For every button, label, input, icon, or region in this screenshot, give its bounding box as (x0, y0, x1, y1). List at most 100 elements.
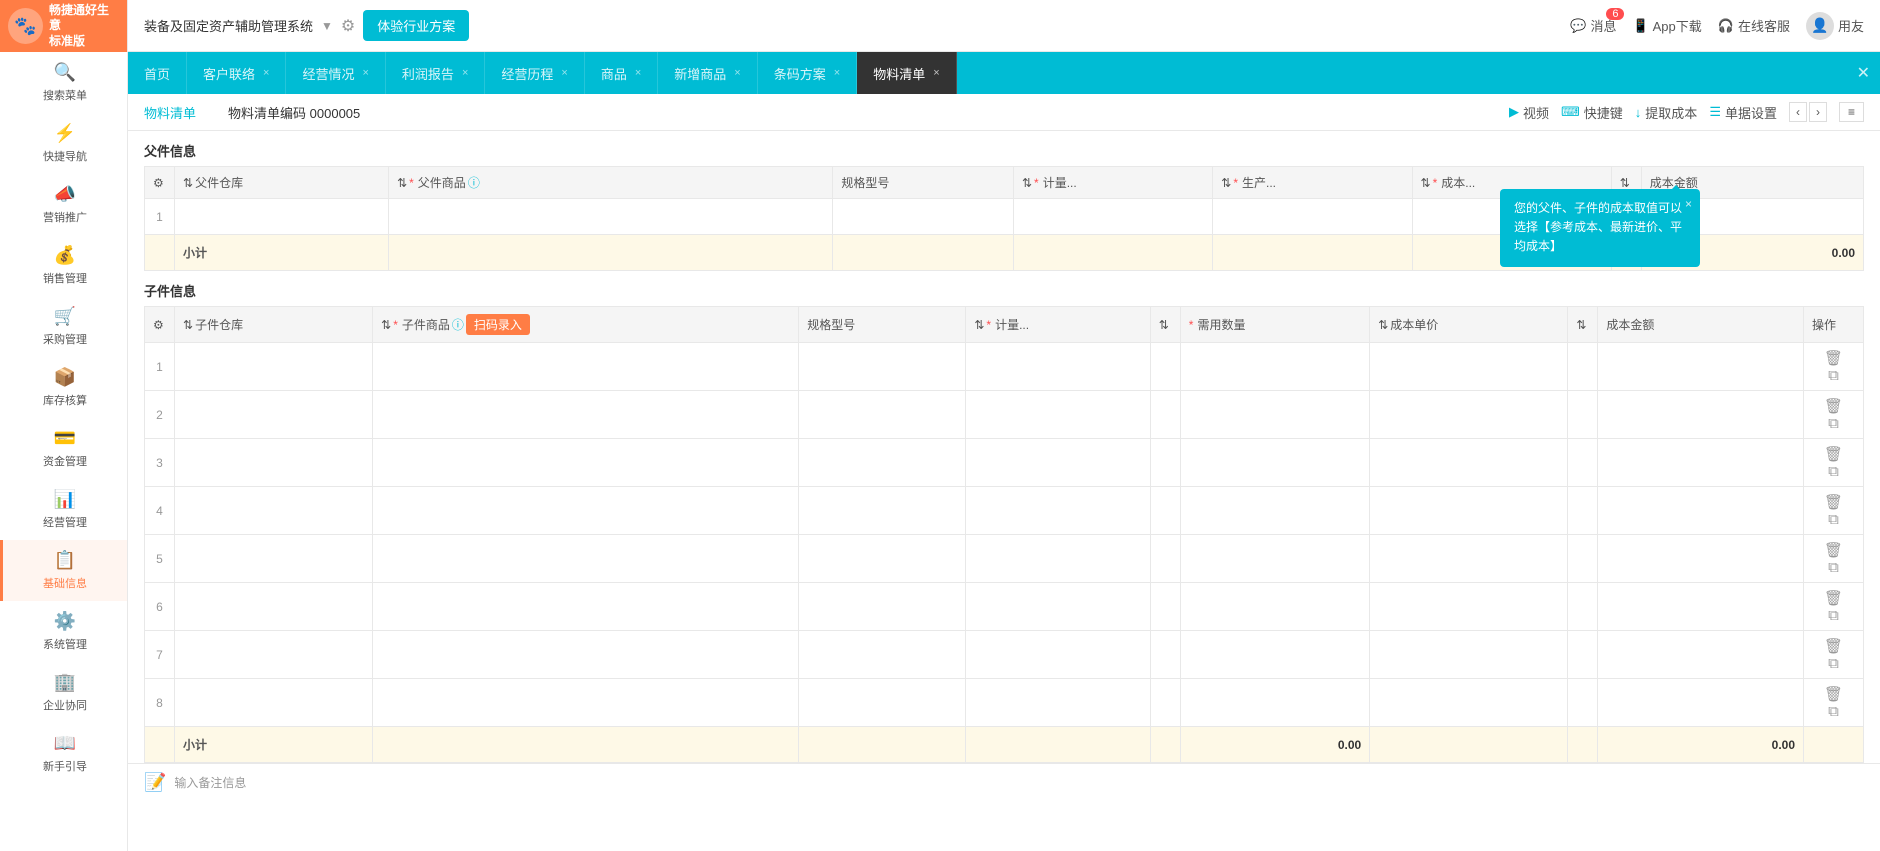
sidebar-item-nav[interactable]: ⚡ 快捷导航 (0, 113, 127, 174)
tab-bom[interactable]: 物料清单 × (857, 52, 956, 94)
child-col-cost-unit-sort-icon[interactable]: ⇅ (1378, 318, 1388, 332)
online-service-button[interactable]: 🎧 在线客服 (1718, 16, 1790, 35)
view-toggle-button[interactable]: ≡ (1839, 102, 1864, 122)
delete-row-button[interactable]: 🗑 (1821, 685, 1846, 703)
parent-row-unit[interactable] (1013, 199, 1212, 235)
scan-input-button[interactable]: 扫码录入 (466, 314, 530, 335)
child-row-unit[interactable] (966, 535, 1150, 583)
breadcrumb-parent[interactable]: 物料清单 (144, 103, 196, 122)
child-row-unit[interactable] (966, 583, 1150, 631)
child-row-unit[interactable] (966, 391, 1150, 439)
tab-operation-close[interactable]: × (362, 67, 368, 79)
parent-col-product-sort-icon[interactable]: ⇅ (397, 176, 407, 190)
delete-row-button[interactable]: 🗑 (1821, 397, 1846, 415)
child-row-warehouse[interactable] (175, 439, 373, 487)
tab-profit[interactable]: 利润报告 × (386, 52, 485, 94)
tab-history-close[interactable]: × (561, 67, 567, 79)
sidebar-item-system[interactable]: ⚙️ 系统管理 (0, 601, 127, 662)
copy-row-button[interactable]: ⧉ (1825, 415, 1842, 432)
parent-col-warehouse-sort-icon[interactable]: ⇅ (183, 176, 193, 190)
copy-row-button[interactable]: ⧉ (1825, 511, 1842, 528)
child-row-cost-unit[interactable] (1370, 631, 1568, 679)
sidebar-item-finance[interactable]: 💳 资金管理 (0, 418, 127, 479)
tab-operation[interactable]: 经营情况 × (286, 52, 385, 94)
prev-record-button[interactable]: ‹ (1789, 102, 1807, 122)
delete-row-button[interactable]: 🗑 (1821, 541, 1846, 559)
child-col-extra-sort2[interactable]: ⇅ (1568, 307, 1598, 343)
tooltip-close-button[interactable]: × (1685, 195, 1692, 214)
child-row-product[interactable] (373, 535, 799, 583)
parent-col-settings[interactable]: ⚙ (145, 167, 175, 199)
child-row-qty[interactable] (1180, 343, 1369, 391)
video-action[interactable]: ▶ 视频 (1509, 103, 1549, 122)
sidebar-item-sales[interactable]: 💰 销售管理 (0, 235, 127, 296)
sidebar-item-inventory[interactable]: 📦 库存核算 (0, 357, 127, 418)
parent-row-spec[interactable] (833, 199, 1014, 235)
close-all-tabs[interactable]: ✕ (1847, 52, 1880, 94)
child-row-spec[interactable] (799, 535, 966, 583)
parent-col-production-sort-icon[interactable]: ⇅ (1221, 176, 1231, 190)
sidebar-item-search[interactable]: 🔍 搜索菜单 (0, 52, 127, 113)
child-row-product[interactable] (373, 583, 799, 631)
copy-row-button[interactable]: ⧉ (1825, 463, 1842, 480)
message-button[interactable]: 💬 消息 6 (1570, 16, 1616, 35)
child-row-qty[interactable] (1180, 487, 1369, 535)
parent-row-warehouse[interactable] (175, 199, 389, 235)
child-row-qty[interactable] (1180, 679, 1369, 727)
child-row-cost-unit[interactable] (1370, 487, 1568, 535)
gear-icon[interactable]: ⚙ (341, 16, 355, 36)
child-row-warehouse[interactable] (175, 391, 373, 439)
delete-row-button[interactable]: 🗑 (1821, 589, 1846, 607)
child-col-warehouse-sort-icon[interactable]: ⇅ (183, 318, 193, 332)
tab-barcode-close[interactable]: × (834, 67, 840, 79)
sidebar-item-purchase[interactable]: 🛒 采购管理 (0, 296, 127, 357)
user-menu[interactable]: 👤 用友 (1806, 12, 1864, 40)
child-col-product-sort-icon[interactable]: ⇅ (381, 318, 391, 332)
child-col-extra-sort[interactable]: ⇅ (1150, 307, 1180, 343)
tab-history[interactable]: 经营历程 × (485, 52, 584, 94)
tab-barcode[interactable]: 条码方案 × (758, 52, 857, 94)
copy-row-button[interactable]: ⧉ (1825, 655, 1842, 672)
single-setting-action[interactable]: ☰ 单据设置 (1709, 103, 1777, 122)
tab-customer[interactable]: 客户联络 × (187, 52, 286, 94)
tab-customer-close[interactable]: × (263, 67, 269, 79)
parent-row-product[interactable] (389, 199, 833, 235)
tab-profit-close[interactable]: × (462, 67, 468, 79)
tab-new-product-close[interactable]: × (734, 67, 740, 79)
delete-row-button[interactable]: 🗑 (1821, 349, 1846, 367)
parent-row-production[interactable] (1213, 199, 1412, 235)
child-row-unit[interactable] (966, 679, 1150, 727)
child-row-cost-unit[interactable] (1370, 343, 1568, 391)
copy-row-button[interactable]: ⧉ (1825, 559, 1842, 576)
copy-row-button[interactable]: ⧉ (1825, 367, 1842, 384)
child-row-warehouse[interactable] (175, 535, 373, 583)
parent-col-cost-sort-icon[interactable]: ⇅ (1421, 176, 1431, 190)
child-row-cost-unit[interactable] (1370, 439, 1568, 487)
child-row-spec[interactable] (799, 343, 966, 391)
tab-product-close[interactable]: × (635, 67, 641, 79)
tab-new-product[interactable]: 新增商品 × (658, 52, 757, 94)
child-row-warehouse[interactable] (175, 583, 373, 631)
child-row-unit[interactable] (966, 439, 1150, 487)
app-download-button[interactable]: 📱 App下载 (1632, 16, 1701, 35)
tab-product[interactable]: 商品 × (585, 52, 658, 94)
child-row-spec[interactable] (799, 439, 966, 487)
child-row-qty[interactable] (1180, 583, 1369, 631)
sidebar-item-basic[interactable]: 📋 基础信息 (0, 540, 127, 601)
child-row-spec[interactable] (799, 679, 966, 727)
child-row-cost-unit[interactable] (1370, 535, 1568, 583)
sidebar-item-corp[interactable]: 🏢 企业协同 (0, 662, 127, 723)
child-row-qty[interactable] (1180, 439, 1369, 487)
child-row-unit[interactable] (966, 487, 1150, 535)
child-row-spec[interactable] (799, 583, 966, 631)
child-row-product[interactable] (373, 631, 799, 679)
child-row-spec[interactable] (799, 391, 966, 439)
child-col-product-info-icon[interactable]: ⓘ (452, 316, 464, 333)
sidebar-item-guide[interactable]: 📖 新手引导 (0, 723, 127, 784)
child-row-qty[interactable] (1180, 391, 1369, 439)
child-row-spec[interactable] (799, 631, 966, 679)
child-row-cost-unit[interactable] (1370, 583, 1568, 631)
child-row-product[interactable] (373, 439, 799, 487)
copy-row-button[interactable]: ⧉ (1825, 703, 1842, 720)
parent-col-unit-sort-icon[interactable]: ⇅ (1022, 176, 1032, 190)
